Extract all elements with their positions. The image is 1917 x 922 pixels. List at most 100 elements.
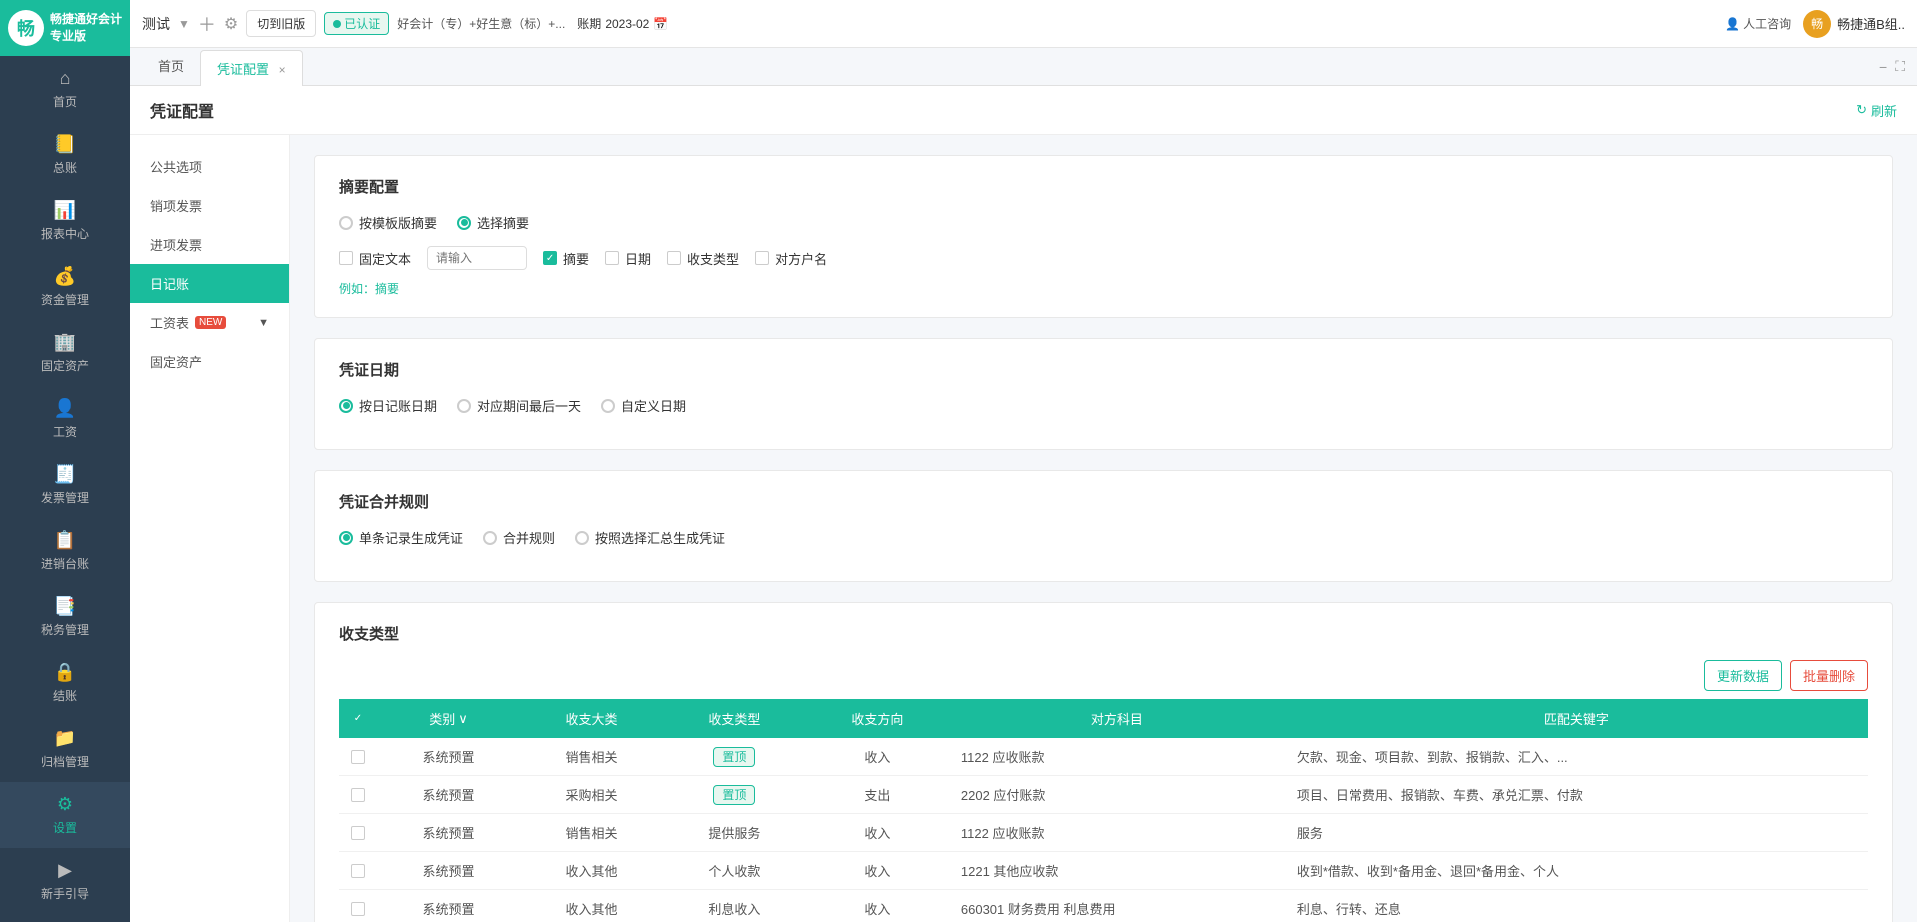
sidebar-item-invoice[interactable]: 🧾 发票管理	[0, 452, 130, 518]
settings-icon: ⚙	[57, 794, 73, 815]
fixed-text-checkbox[interactable]: 固定文本	[339, 249, 411, 268]
tabbar: 首页 凭证配置 × − ⛶	[130, 48, 1917, 86]
topbar-company-arrow[interactable]: ▼	[178, 17, 190, 31]
summary-checkbox[interactable]: ✓ 摘要	[543, 249, 589, 268]
sidebar-item-payroll[interactable]: 👤 工资	[0, 386, 130, 452]
tab-minimize-btn[interactable]: −	[1879, 59, 1887, 75]
tab-home[interactable]: 首页	[142, 48, 200, 85]
row-keywords-1: 项目、日常费用、报销款、车费、承兑汇票、付款	[1285, 776, 1868, 814]
sidebar-nav: ⌂ 首页 📒 总账 📊 报表中心 💰 资金管理 🏢 固定资产 👤 工资	[0, 56, 130, 922]
row-category-4: 系统预置	[377, 890, 520, 922]
left-menu-journal[interactable]: 日记账	[130, 264, 289, 303]
merge-radio1[interactable]: 单条记录生成凭证	[339, 528, 463, 547]
counterpart-box	[755, 251, 769, 265]
sidebar-item-guide[interactable]: ▶ 新手引导	[0, 848, 130, 914]
voucher-date-title: 凭证日期	[339, 359, 1868, 380]
table-row: 系统预置 销售相关 提供服务 收入 1122 应收账款 服务	[339, 814, 1868, 852]
income-expense-table: ✓ 类别 ∨ 收支大类 收支类型 收支方向 对方科目 匹配关键字	[339, 699, 1868, 922]
switch-old-btn[interactable]: 切到旧版	[246, 10, 316, 37]
sidebar-item-reports[interactable]: 📊 报表中心	[0, 188, 130, 254]
left-menu-purchase-invoice[interactable]: 进项发票	[130, 225, 289, 264]
sidebar-item-close[interactable]: 🔒 结账	[0, 650, 130, 716]
sub-type-badge-0[interactable]: 置顶	[713, 747, 755, 767]
tab-maximize-btn[interactable]: ⛶	[1895, 58, 1905, 75]
row-checkbox-0	[339, 738, 377, 776]
close-period-icon: 🔒	[54, 662, 76, 683]
pay-type-checkbox[interactable]: 收支类型	[667, 249, 739, 268]
row-check-1[interactable]	[351, 788, 365, 802]
summary-box: ✓	[543, 251, 557, 265]
payroll-icon: 👤	[54, 398, 76, 419]
tab-close-icon[interactable]: ×	[279, 63, 286, 77]
row-check-4[interactable]	[351, 902, 365, 916]
example-text: 例如：摘要	[339, 280, 1868, 297]
left-menu-public[interactable]: 公共选项	[130, 147, 289, 186]
sidebar-item-sales[interactable]: 📋 进销台账	[0, 518, 130, 584]
guide-icon: ▶	[58, 860, 72, 881]
topbar-help-btn[interactable]: 👤 人工咨询	[1725, 15, 1791, 32]
sidebar-item-sales-label: 进销台账	[41, 555, 89, 572]
page-title: 凭证配置	[150, 98, 214, 122]
sales-icon: 📋	[54, 530, 76, 551]
left-menu-sales-invoice[interactable]: 销项发票	[130, 186, 289, 225]
left-menu-payroll-table[interactable]: 工资表 NEW ▼	[130, 303, 289, 342]
date-radio1[interactable]: 按日记账日期	[339, 396, 437, 415]
sidebar-item-ledger[interactable]: 📒 总账	[0, 122, 130, 188]
merge-radio3[interactable]: 按照选择汇总生成凭证	[575, 528, 725, 547]
topbar-username: 畅捷通B组..	[1837, 14, 1905, 33]
app-logo: 畅 畅捷通好会计 专业版	[0, 0, 130, 56]
sidebar-item-funds[interactable]: 💰 资金管理	[0, 254, 130, 320]
row-main-type-1: 采购相关	[520, 776, 663, 814]
date-radio2-circle	[457, 399, 471, 413]
sub-type-badge-1[interactable]: 置顶	[713, 785, 755, 805]
left-menu: 公共选项 销项发票 进项发票 日记账 工资表 NEW ▼	[130, 135, 290, 922]
calendar-icon[interactable]: 📅	[653, 17, 668, 31]
table-row: 系统预置 收入其他 个人收款 收入 1221 其他应收款 收到*借款、收到*备用…	[339, 852, 1868, 890]
row-check-2[interactable]	[351, 826, 365, 840]
tab-voucher-config[interactable]: 凭证配置 ×	[200, 50, 303, 86]
row-check-3[interactable]	[351, 864, 365, 878]
funds-icon: 💰	[54, 266, 76, 287]
update-data-btn[interactable]: 更新数据	[1704, 660, 1782, 691]
topbar-user[interactable]: 畅 畅捷通B组..	[1803, 10, 1905, 38]
merge-radio3-circle	[575, 531, 589, 545]
pay-type-box	[667, 251, 681, 265]
sidebar-item-member[interactable]: ♛ 畅会员	[0, 914, 130, 922]
archive-icon: 📁	[54, 728, 76, 749]
sidebar-item-invoice-label: 发票管理	[41, 489, 89, 506]
topbar-right: 👤 人工咨询 畅 畅捷通B组..	[1725, 10, 1905, 38]
summary-radio1[interactable]: 按模板版摘要	[339, 213, 437, 232]
row-subject-2: 1122 应收账款	[949, 814, 1285, 852]
row-direction-2: 收入	[806, 814, 949, 852]
batch-delete-btn[interactable]: 批量删除	[1790, 660, 1868, 691]
sidebar-item-home[interactable]: ⌂ 首页	[0, 56, 130, 122]
help-icon: 👤	[1725, 17, 1740, 31]
sidebar-item-archive[interactable]: 📁 归档管理	[0, 716, 130, 782]
table-header-checkbox[interactable]: ✓	[351, 712, 365, 726]
topbar-period: 账期 2023-02 📅	[577, 15, 668, 32]
counterpart-checkbox[interactable]: 对方户名	[755, 249, 827, 268]
sidebar-item-settings[interactable]: ⚙ 设置	[0, 782, 130, 848]
date-radio2[interactable]: 对应期间最后一天	[457, 396, 581, 415]
row-check-0[interactable]	[351, 750, 365, 764]
sidebar-item-close-label: 结账	[53, 687, 77, 704]
row-checkbox-1	[339, 776, 377, 814]
topbar-extra-tags: 好会计（专）+好生意（标）+...	[397, 15, 565, 32]
sidebar-item-assets[interactable]: 🏢 固定资产	[0, 320, 130, 386]
date-checkbox[interactable]: 日期	[605, 249, 651, 268]
topbar-gear-icon[interactable]: ⚙	[224, 14, 238, 34]
main-area: 测试 ▼ ＋ ⚙ 切到旧版 已认证 好会计（专）+好生意（标）+... 账期 2…	[130, 0, 1917, 922]
row-direction-4: 收入	[806, 890, 949, 922]
fixed-text-input[interactable]	[427, 246, 527, 270]
merge-radio2-circle	[483, 531, 497, 545]
sidebar-item-tax[interactable]: 📑 税务管理	[0, 584, 130, 650]
refresh-btn[interactable]: ↻ 刷新	[1856, 101, 1897, 120]
left-menu-fixed-assets[interactable]: 固定资产	[130, 342, 289, 381]
table-row: 系统预置 收入其他 利息收入 收入 660301 财务费用 利息费用 利息、行转…	[339, 890, 1868, 922]
date-radio3[interactable]: 自定义日期	[601, 396, 686, 415]
row-direction-1: 支出	[806, 776, 949, 814]
topbar-add-icon[interactable]: ＋	[198, 11, 216, 37]
date-radio3-circle	[601, 399, 615, 413]
summary-radio2[interactable]: 选择摘要	[457, 213, 529, 232]
merge-radio2[interactable]: 合并规则	[483, 528, 555, 547]
